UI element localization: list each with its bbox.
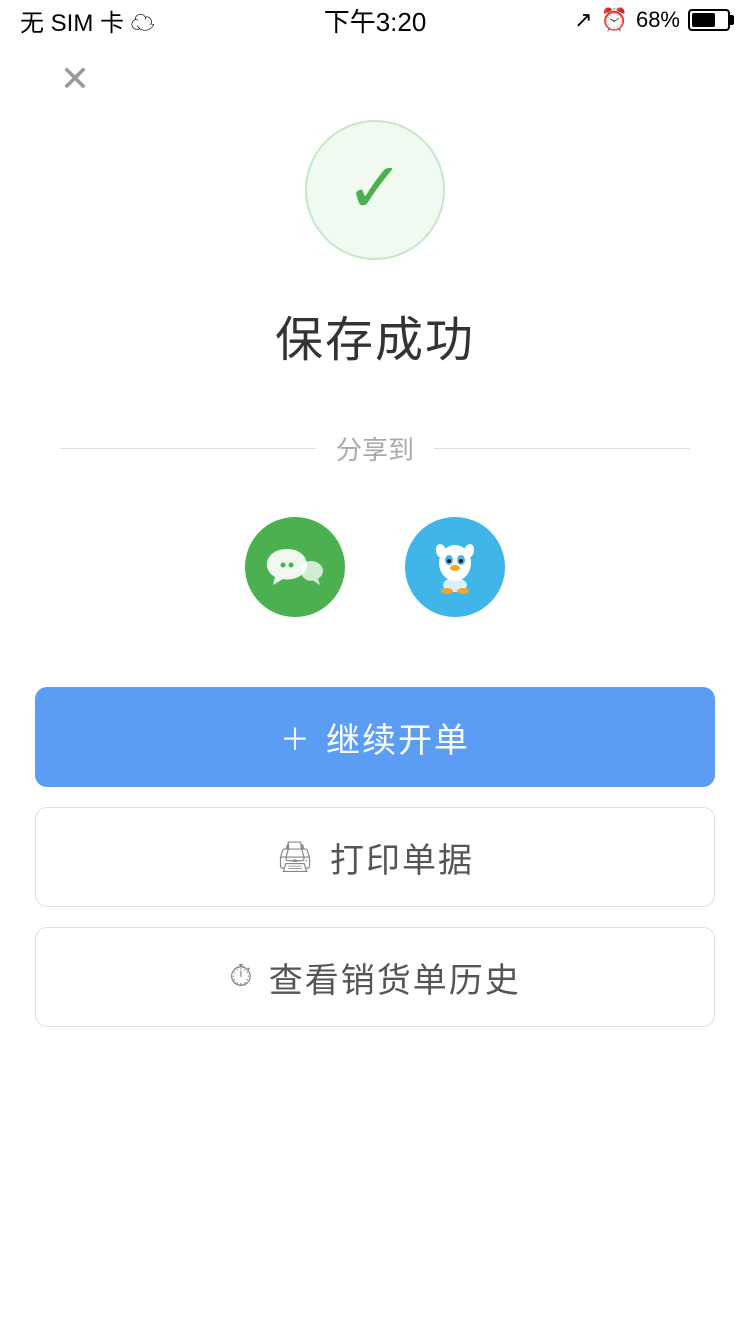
close-icon: ✕: [60, 61, 90, 97]
history-label: 查看销货单历史: [269, 953, 521, 1002]
wechat-share-button[interactable]: [245, 517, 345, 617]
checkmark-icon: ✓: [346, 153, 405, 223]
divider-line-left: [60, 448, 316, 449]
print-label: 打印单据: [330, 833, 474, 882]
main-content: ✓ 保存成功 分享到: [0, 40, 750, 1027]
status-right: ↗ ⏰ 68%: [574, 7, 730, 33]
signal-text: 无 SIM 卡 ☁: [20, 3, 155, 38]
status-bar: 无 SIM 卡 ☁ 下午3:20 ↗ ⏰ 68%: [0, 0, 750, 40]
wechat-icon: [263, 535, 327, 599]
close-button[interactable]: ✕: [50, 54, 100, 104]
status-left: 无 SIM 卡 ☁: [20, 3, 155, 38]
success-title: 保存成功: [275, 300, 475, 370]
share-label: 分享到: [316, 430, 434, 467]
share-divider: 分享到: [0, 430, 750, 467]
history-button[interactable]: ⏱ 查看销货单历史: [35, 927, 715, 1027]
location-icon: ↗: [574, 7, 592, 33]
alarm-icon: ⏰: [601, 7, 628, 33]
share-icons: [245, 517, 505, 617]
history-icon: ⏱: [229, 960, 254, 994]
plus-icon: ＋: [280, 715, 312, 759]
action-buttons: ＋ 继续开单 🖨 打印单据 ⏱ 查看销货单历史: [35, 687, 715, 1027]
battery-pct: 68%: [636, 7, 680, 33]
qq-icon: [423, 535, 487, 599]
print-icon: 🖨: [276, 840, 316, 875]
continue-order-label: 继续开单: [326, 713, 470, 762]
success-circle: ✓: [305, 120, 445, 260]
status-time: 下午3:20: [324, 2, 427, 39]
qq-share-button[interactable]: [405, 517, 505, 617]
print-button[interactable]: 🖨 打印单据: [35, 807, 715, 907]
continue-order-button[interactable]: ＋ 继续开单: [35, 687, 715, 787]
battery-icon: [688, 9, 730, 31]
divider-line-right: [434, 448, 690, 449]
